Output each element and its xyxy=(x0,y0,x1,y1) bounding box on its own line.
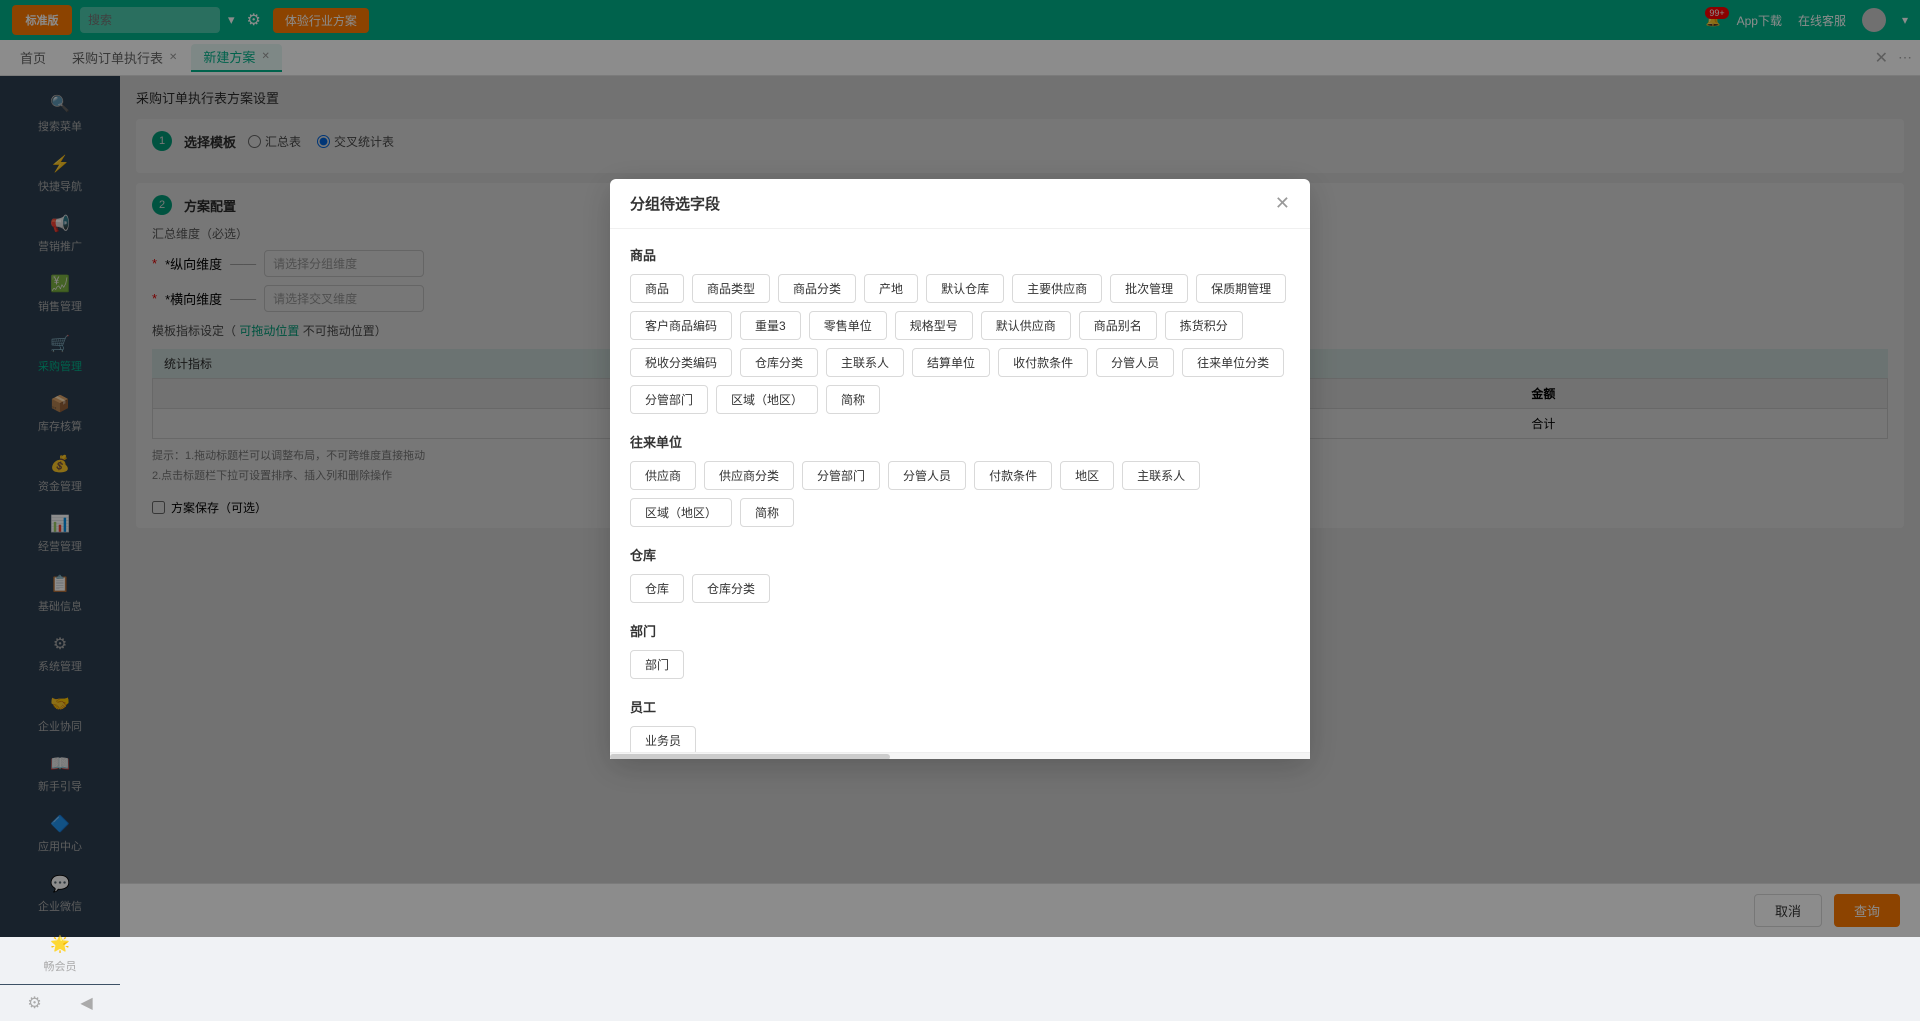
field-tag-employee-0[interactable]: 业务员 xyxy=(630,726,696,753)
field-tag-product-11[interactable]: 规格型号 xyxy=(895,311,973,340)
field-group-employee-title: 员工 xyxy=(630,697,1290,716)
field-group-dept-title: 部门 xyxy=(630,621,1290,640)
field-group-product: 商品 商品 商品类型 商品分类 产地 默认仓库 主要供应商 批次管理 保质期管理… xyxy=(630,245,1290,414)
field-tag-partner-3[interactable]: 分管人员 xyxy=(888,461,966,490)
field-tag-dept-0[interactable]: 部门 xyxy=(630,650,684,679)
modal-body: 商品 商品 商品类型 商品分类 产地 默认仓库 主要供应商 批次管理 保质期管理… xyxy=(610,229,1310,753)
modal-overlay: 分组待选字段 ✕ 商品 商品 商品类型 商品分类 产地 默认仓库 主要供应商 批… xyxy=(0,0,1920,937)
modal-hscroll-thumb xyxy=(610,754,890,758)
field-group-dept: 部门 部门 xyxy=(630,621,1290,679)
field-tag-product-7[interactable]: 保质期管理 xyxy=(1196,274,1286,303)
field-tag-product-12[interactable]: 默认供应商 xyxy=(981,311,1071,340)
field-tag-partner-8[interactable]: 简称 xyxy=(740,498,794,527)
field-group-warehouse-title: 仓库 xyxy=(630,545,1290,564)
modal-dialog: 分组待选字段 ✕ 商品 商品 商品类型 商品分类 产地 默认仓库 主要供应商 批… xyxy=(610,179,1310,759)
field-tag-partner-2[interactable]: 分管部门 xyxy=(802,461,880,490)
field-group-partner: 往来单位 供应商 供应商分类 分管部门 分管人员 付款条件 地区 主联系人 区域… xyxy=(630,432,1290,527)
field-tag-product-3[interactable]: 产地 xyxy=(864,274,918,303)
field-tag-product-19[interactable]: 收付款条件 xyxy=(998,348,1088,377)
field-tag-product-21[interactable]: 往来单位分类 xyxy=(1182,348,1284,377)
field-tags-warehouse: 仓库 仓库分类 xyxy=(630,574,1290,603)
sidebar-settings-icon[interactable]: ⚙ xyxy=(27,993,41,1013)
field-tag-partner-1[interactable]: 供应商分类 xyxy=(704,461,794,490)
field-group-product-title: 商品 xyxy=(630,245,1290,264)
modal-header: 分组待选字段 ✕ xyxy=(610,179,1310,229)
field-tag-product-8[interactable]: 客户商品编码 xyxy=(630,311,732,340)
field-tag-product-0[interactable]: 商品 xyxy=(630,274,684,303)
member-icon: 🌟 xyxy=(50,934,70,954)
field-tag-partner-7[interactable]: 区域（地区） xyxy=(630,498,732,527)
field-tag-product-18[interactable]: 结算单位 xyxy=(912,348,990,377)
field-tag-product-22[interactable]: 分管部门 xyxy=(630,385,708,414)
field-tags-employee: 业务员 xyxy=(630,726,1290,753)
modal-horizontal-scrollbar[interactable] xyxy=(610,752,1310,758)
field-tag-product-23[interactable]: 区域（地区） xyxy=(716,385,818,414)
field-tag-product-5[interactable]: 主要供应商 xyxy=(1012,274,1102,303)
field-group-partner-title: 往来单位 xyxy=(630,432,1290,451)
field-tag-warehouse-1[interactable]: 仓库分类 xyxy=(692,574,770,603)
field-tag-product-13[interactable]: 商品别名 xyxy=(1079,311,1157,340)
field-tags-partner: 供应商 供应商分类 分管部门 分管人员 付款条件 地区 主联系人 区域（地区） … xyxy=(630,461,1290,527)
field-tag-product-24[interactable]: 简称 xyxy=(826,385,880,414)
field-tag-partner-6[interactable]: 主联系人 xyxy=(1122,461,1200,490)
field-tag-product-14[interactable]: 拣货积分 xyxy=(1165,311,1243,340)
field-tag-product-17[interactable]: 主联系人 xyxy=(826,348,904,377)
field-tag-product-4[interactable]: 默认仓库 xyxy=(926,274,1004,303)
field-tag-partner-5[interactable]: 地区 xyxy=(1060,461,1114,490)
field-tag-partner-0[interactable]: 供应商 xyxy=(630,461,696,490)
sidebar-collapse-icon[interactable]: ◀ xyxy=(80,993,92,1013)
field-tags-product: 商品 商品类型 商品分类 产地 默认仓库 主要供应商 批次管理 保质期管理 客户… xyxy=(630,274,1290,414)
modal-close-button[interactable]: ✕ xyxy=(1275,193,1290,214)
field-tag-product-9[interactable]: 重量3 xyxy=(740,311,801,340)
field-tag-warehouse-0[interactable]: 仓库 xyxy=(630,574,684,603)
field-tag-product-15[interactable]: 税收分类编码 xyxy=(630,348,732,377)
field-tags-dept: 部门 xyxy=(630,650,1290,679)
field-tag-product-6[interactable]: 批次管理 xyxy=(1110,274,1188,303)
field-tag-product-2[interactable]: 商品分类 xyxy=(778,274,856,303)
field-tag-product-1[interactable]: 商品类型 xyxy=(692,274,770,303)
sidebar-member-label: 畅会员 xyxy=(44,958,77,974)
modal-title: 分组待选字段 xyxy=(630,193,720,214)
field-tag-product-20[interactable]: 分管人员 xyxy=(1096,348,1174,377)
field-group-employee: 员工 业务员 xyxy=(630,697,1290,753)
field-group-warehouse: 仓库 仓库 仓库分类 xyxy=(630,545,1290,603)
sidebar-bottom: ⚙ ◀ xyxy=(0,984,120,1021)
field-tag-product-10[interactable]: 零售单位 xyxy=(809,311,887,340)
field-tag-partner-4[interactable]: 付款条件 xyxy=(974,461,1052,490)
field-tag-product-16[interactable]: 仓库分类 xyxy=(740,348,818,377)
